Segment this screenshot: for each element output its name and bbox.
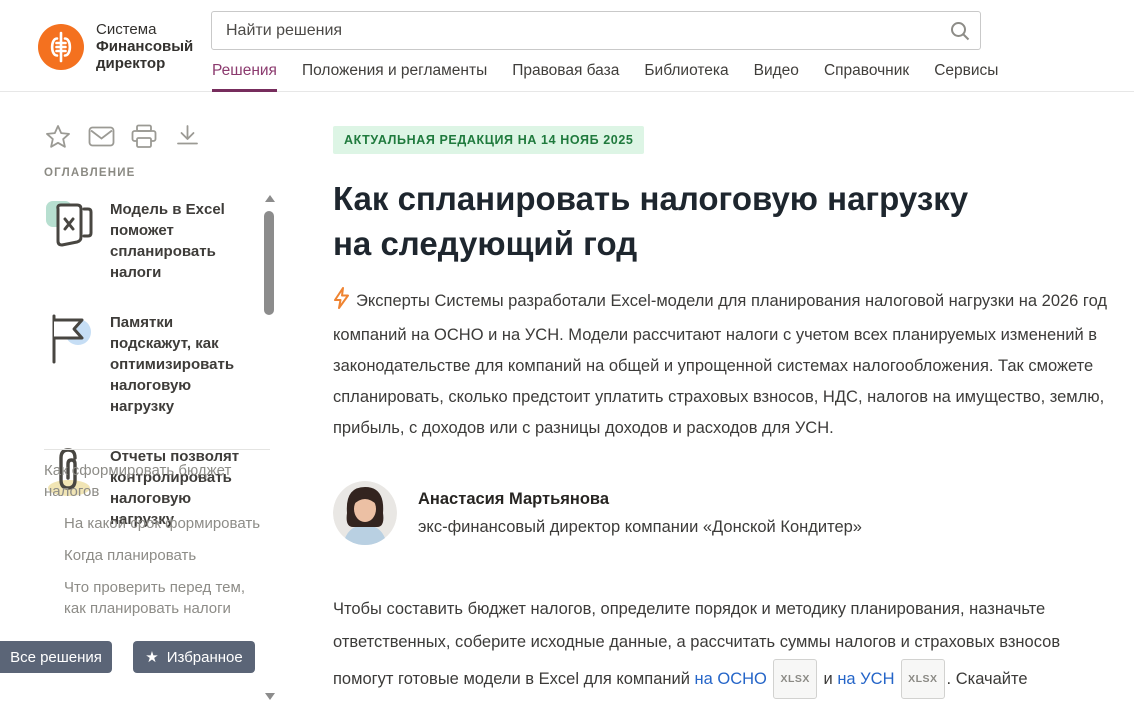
email-button[interactable]	[87, 123, 115, 149]
nav-tab-video[interactable]: Видео	[754, 60, 799, 92]
printer-icon	[131, 124, 157, 148]
toc-link-kogda[interactable]: Когда планировать	[64, 545, 264, 566]
nav-tab-polozheniya[interactable]: Положения и регламенты	[302, 60, 487, 92]
sidebar-scrollbar[interactable]	[263, 195, 276, 700]
sidebar: ОГЛАВЛЕНИЕ Модель в Excel поможет сплани…	[0, 92, 310, 704]
toc-divider	[44, 449, 270, 450]
search-box	[211, 11, 981, 50]
star-icon	[46, 124, 70, 148]
star-icon: ★	[145, 648, 159, 666]
nav-tab-pravovaya-baza[interactable]: Правовая база	[512, 60, 619, 92]
author-block: Анастасия Мартьянова экс-финансовый дире…	[333, 481, 1123, 545]
toc-card-memos[interactable]: Памятки подскажут, как оптимизировать на…	[44, 310, 256, 417]
scrollbar-thumb[interactable]	[264, 211, 274, 315]
link-osno-model[interactable]: на ОСНО	[695, 670, 767, 688]
toc-link-budget[interactable]: Как сформировать бюджет налогов	[44, 460, 264, 502]
article: АКТУАЛЬНАЯ РЕДАКЦИЯ НА 14 НОЯБ 2025 Как …	[333, 92, 1123, 699]
nav-tab-biblioteka[interactable]: Библиотека	[644, 60, 728, 92]
toc-card-label: Модель в Excel поможет спланировать нало…	[110, 201, 225, 281]
download-icon	[176, 125, 198, 145]
nav-tab-spravochnik[interactable]: Справочник	[824, 60, 909, 92]
header: Система Финансовый директор Решения Поло…	[0, 0, 1134, 92]
toc-card-excel-model[interactable]: Модель в Excel поможет спланировать нало…	[44, 197, 256, 283]
edition-badge: АКТУАЛЬНАЯ РЕДАКЦИЯ НА 14 НОЯБ 2025	[333, 126, 645, 154]
xlsx-badge-usn: XLSX	[901, 659, 945, 699]
xlsx-badge-osno: XLSX	[773, 659, 817, 699]
envelope-icon	[88, 126, 114, 146]
scrollbar-down-arrow[interactable]	[265, 693, 275, 700]
author-role: экс-финансовый директор компании «Донско…	[418, 517, 862, 536]
body-paragraph: Чтобы составить бюджет налогов, определи…	[333, 593, 1123, 699]
search-icon	[951, 21, 970, 40]
main-nav: Решения Положения и регламенты Правовая …	[212, 60, 998, 92]
link-usn-model[interactable]: на УСН	[837, 670, 894, 688]
excel-document-icon	[44, 197, 96, 253]
nav-tab-resheniya[interactable]: Решения	[212, 60, 277, 92]
search-button[interactable]	[940, 12, 980, 49]
nav-tab-servisy[interactable]: Сервисы	[934, 60, 998, 92]
app-logo[interactable]: Система Финансовый директор	[38, 21, 193, 72]
download-button[interactable]	[173, 123, 201, 149]
toc-card-label: Памятки подскажут, как оптимизировать на…	[110, 314, 235, 415]
favorite-button[interactable]	[44, 123, 72, 149]
sidebar-footer-buttons: Все решения ★ Избранное	[0, 641, 255, 673]
toc-link-proverit[interactable]: Что проверить перед тем, как планировать…	[64, 577, 264, 619]
favorites-button[interactable]: ★ Избранное	[133, 641, 255, 673]
author-avatar	[333, 481, 397, 545]
logo-line-3: директор	[96, 55, 166, 72]
body-text-3: . Скачайте	[946, 670, 1028, 688]
search-input[interactable]	[212, 21, 940, 40]
flag-icon	[44, 310, 96, 366]
author-info: Анастасия Мартьянова экс-финансовый дире…	[418, 490, 862, 537]
scrollbar-up-arrow[interactable]	[265, 195, 275, 202]
toc-link-srok[interactable]: На какой срок формировать	[64, 513, 264, 534]
logo-line-1: Система	[96, 21, 157, 38]
logo-line-2: Финансовый	[96, 38, 194, 55]
article-toolbar	[44, 123, 201, 149]
lead-text: Эксперты Системы разработали Excel-модел…	[333, 292, 1108, 437]
brand-logo-icon	[38, 23, 84, 70]
toc-links: Как сформировать бюджет налогов На какой…	[44, 460, 264, 630]
toc-heading: ОГЛАВЛЕНИЕ	[44, 167, 136, 179]
all-solutions-button[interactable]: Все решения	[0, 641, 112, 673]
body-text-2: и	[818, 670, 838, 688]
author-name: Анастасия Мартьянова	[418, 489, 610, 508]
print-button[interactable]	[130, 123, 158, 149]
lightning-icon	[333, 287, 350, 320]
favorites-button-label: Избранное	[166, 648, 243, 666]
page-title: Как спланировать налоговую нагрузку на с…	[333, 180, 969, 262]
lead-paragraph: Эксперты Системы разработали Excel-модел…	[333, 286, 1123, 444]
brand-logo-text: Система Финансовый директор	[96, 21, 193, 72]
